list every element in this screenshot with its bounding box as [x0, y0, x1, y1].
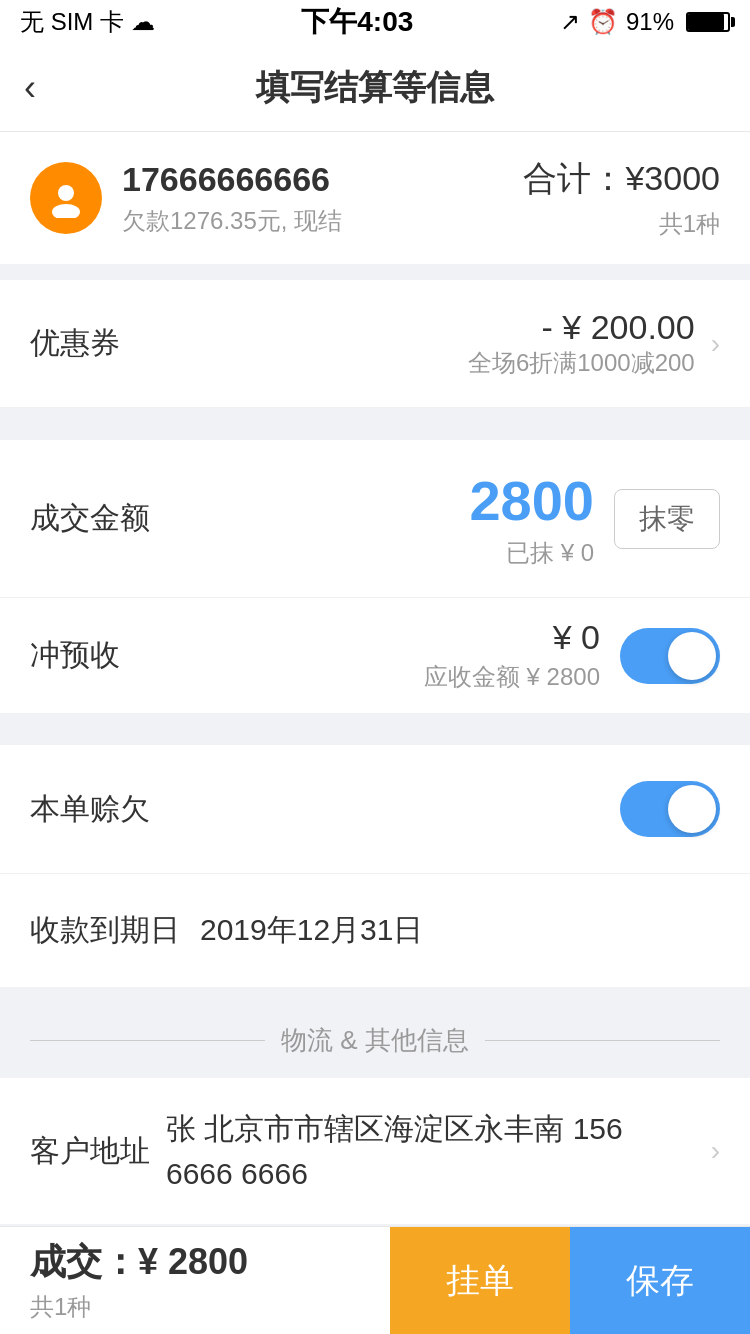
back-button[interactable]: ‹: [24, 67, 36, 109]
bottom-summary: 成交：¥ 2800 共1种: [0, 1238, 390, 1323]
transaction-sub: 已抹 ¥ 0: [150, 537, 594, 569]
section-divider-2: [0, 729, 750, 745]
round-button[interactable]: 抹零: [614, 489, 720, 549]
prepayment-sub: 应收金额 ¥ 2800: [120, 661, 600, 693]
status-time: 下午4:03: [301, 3, 413, 41]
coupon-row[interactable]: 优惠券 - ¥ 200.00 全场6折满1000减200 ›: [0, 280, 750, 408]
debt-label: 本单赊欠: [30, 789, 620, 830]
amount-value-wrap: 2800 已抹 ¥ 0: [150, 468, 594, 569]
due-date-label: 收款到期日: [30, 910, 180, 951]
save-button[interactable]: 保存: [570, 1227, 750, 1335]
coupon-label: 优惠券: [30, 323, 150, 364]
sim-status: 无 SIM 卡 ☁: [20, 6, 155, 38]
customer-row: 17666666666 欠款1276.35元, 现结 合计：¥3000 共1种: [0, 132, 750, 264]
hold-button[interactable]: 挂单: [390, 1227, 570, 1335]
debt-row: 本单赊欠: [0, 745, 750, 873]
bottom-count: 共1种: [30, 1291, 360, 1323]
debt-card: 本单赊欠 收款到期日 2019年12月31日: [0, 745, 750, 987]
avatar: [30, 162, 102, 234]
coupon-desc: 全场6折满1000减200: [150, 347, 695, 379]
status-right: ↗ ⏰ 91%: [560, 8, 730, 36]
prepayment-row: 冲预收 ¥ 0 应收金额 ¥ 2800: [0, 597, 750, 713]
coupon-amount: - ¥ 200.00: [150, 308, 695, 347]
transaction-card: 成交金额 2800 已抹 ¥ 0 抹零 冲预收 ¥ 0 应收金额 ¥ 2800: [0, 440, 750, 713]
customer-info: 17666666666 欠款1276.35元, 现结: [122, 160, 523, 237]
alarm-icon: ⏰: [588, 8, 618, 36]
logistics-divider: 物流 & 其他信息: [0, 1003, 750, 1078]
total-amount: 合计：¥3000: [523, 156, 720, 202]
customer-card: 17666666666 欠款1276.35元, 现结 合计：¥3000 共1种: [0, 132, 750, 264]
bottom-bar: 成交：¥ 2800 共1种 挂单 保存: [0, 1226, 750, 1334]
address-value: 张 北京市市辖区海淀区永丰南 156 6666 6666: [166, 1106, 695, 1196]
address-row[interactable]: 客户地址 张 北京市市辖区海淀区永丰南 156 6666 6666 ›: [0, 1078, 750, 1224]
address-chevron-icon: ›: [711, 1135, 720, 1167]
battery-icon: [686, 12, 730, 32]
logistics-label: 物流 & 其他信息: [281, 1023, 469, 1058]
transaction-amount-row: 成交金额 2800 已抹 ¥ 0 抹零: [0, 440, 750, 597]
due-date-row: 收款到期日 2019年12月31日: [0, 873, 750, 987]
customer-phone: 17666666666: [122, 160, 523, 199]
customer-sub: 欠款1276.35元, 现结: [122, 205, 523, 237]
coupon-card: 优惠券 - ¥ 200.00 全场6折满1000减200 ›: [0, 280, 750, 408]
total-sub: 共1种: [523, 208, 720, 240]
location-icon: ↗: [560, 8, 580, 36]
content: 17666666666 欠款1276.35元, 现结 合计：¥3000 共1种 …: [0, 132, 750, 1334]
divider-line-left: [30, 1040, 265, 1041]
address-card: 客户地址 张 北京市市辖区海淀区永丰南 156 6666 6666 ›: [0, 1078, 750, 1224]
prepayment-toggle[interactable]: [620, 628, 720, 684]
section-divider-1: [0, 424, 750, 440]
toggle-knob: [668, 632, 716, 680]
prepayment-toggle-container: [620, 628, 720, 684]
page-title: 填写结算等信息: [256, 65, 494, 111]
bottom-transaction-label: 成交：: [30, 1241, 138, 1282]
status-bar: 无 SIM 卡 ☁ 下午4:03 ↗ ⏰ 91%: [0, 0, 750, 44]
bottom-transaction-amount: ¥ 2800: [138, 1241, 248, 1282]
debt-toggle-knob: [668, 785, 716, 833]
svg-point-0: [58, 185, 74, 201]
prepayment-label: 冲预收: [30, 635, 120, 676]
total-info: 合计：¥3000 共1种: [523, 156, 720, 240]
bottom-transaction: 成交：¥ 2800: [30, 1238, 360, 1287]
nav-bar: ‹ 填写结算等信息: [0, 44, 750, 132]
debt-toggle-container: [620, 781, 720, 837]
divider-line-right: [485, 1040, 720, 1041]
transaction-amount: 2800: [150, 468, 594, 533]
prepayment-value-wrap: ¥ 0 应收金额 ¥ 2800: [120, 618, 600, 693]
debt-toggle[interactable]: [620, 781, 720, 837]
address-label: 客户地址: [30, 1131, 150, 1172]
svg-point-1: [52, 204, 80, 218]
chevron-right-icon: ›: [711, 328, 720, 360]
battery-percent: 91%: [626, 8, 674, 36]
due-date-value: 2019年12月31日: [200, 910, 423, 951]
coupon-value: - ¥ 200.00 全场6折满1000减200: [150, 308, 695, 379]
transaction-label: 成交金额: [30, 498, 150, 539]
status-left: 无 SIM 卡 ☁: [20, 6, 155, 38]
prepayment-amount: ¥ 0: [120, 618, 600, 657]
